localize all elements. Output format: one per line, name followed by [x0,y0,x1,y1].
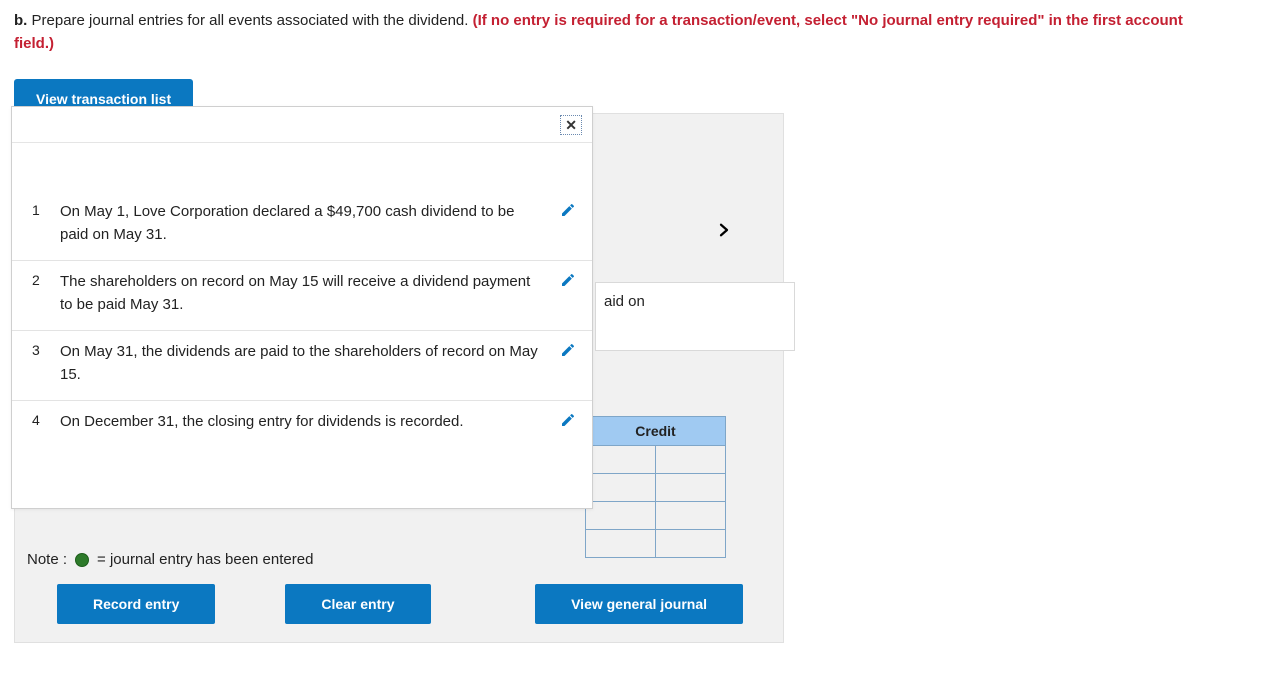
transaction-text: On December 31, the closing entry for di… [60,411,546,434]
transaction-item[interactable]: 2 The shareholders on record on May 15 w… [12,261,592,331]
note-row: Note : = journal entry has been entered [27,551,313,568]
credit-cell[interactable] [586,446,656,474]
view-general-journal-button[interactable]: View general journal [535,584,743,624]
credit-header: Credit [586,417,726,446]
note-text: = journal entry has been entered [97,551,313,568]
transaction-text: The shareholders on record on May 15 wil… [60,271,546,316]
transaction-item[interactable]: 3 On May 31, the dividends are paid to t… [12,331,592,401]
transaction-list: 1 On May 1, Love Corporation declared a … [12,143,592,448]
question-header: b. Prepare journal entries for all event… [14,10,1214,55]
transaction-item[interactable]: 4 On December 31, the closing entry for … [12,401,592,448]
close-icon[interactable]: ✕ [560,115,582,135]
background-card-text: aid on [596,283,794,350]
credit-cell[interactable] [586,530,656,558]
question-text: Prepare journal entries for all events a… [32,12,469,29]
transaction-text: On May 31, the dividends are paid to the… [60,341,546,386]
transaction-number: 4 [32,411,46,428]
credit-table: Credit [585,416,726,558]
note-prefix: Note : [27,551,67,568]
credit-cell[interactable] [656,446,726,474]
transaction-number: 2 [32,271,46,288]
edit-icon[interactable] [560,201,578,218]
credit-cell[interactable] [656,530,726,558]
journal-card: aid on Credit Note : = journal entry has… [14,113,784,643]
credit-cell[interactable] [586,474,656,502]
credit-cell[interactable] [656,502,726,530]
question-label: b. [14,12,27,29]
edit-icon[interactable] [560,271,578,288]
transaction-text: On May 1, Love Corporation declared a $4… [60,201,546,246]
edit-icon[interactable] [560,411,578,428]
credit-cell[interactable] [586,502,656,530]
transaction-list-popup: ✕ 1 On May 1, Love Corporation declared … [11,106,593,509]
edit-icon[interactable] [560,341,578,358]
clear-entry-button[interactable]: Clear entry [285,584,430,624]
record-entry-button[interactable]: Record entry [57,584,215,624]
next-arrow[interactable] [715,219,733,245]
transaction-item[interactable]: 1 On May 1, Love Corporation declared a … [12,191,592,261]
credit-cell[interactable] [656,474,726,502]
transaction-number: 1 [32,201,46,218]
transaction-number: 3 [32,341,46,358]
background-card-fragment: aid on [595,282,795,351]
entered-dot-icon [75,553,89,567]
workarea: View transaction list aid on Credit Note… [14,79,784,643]
